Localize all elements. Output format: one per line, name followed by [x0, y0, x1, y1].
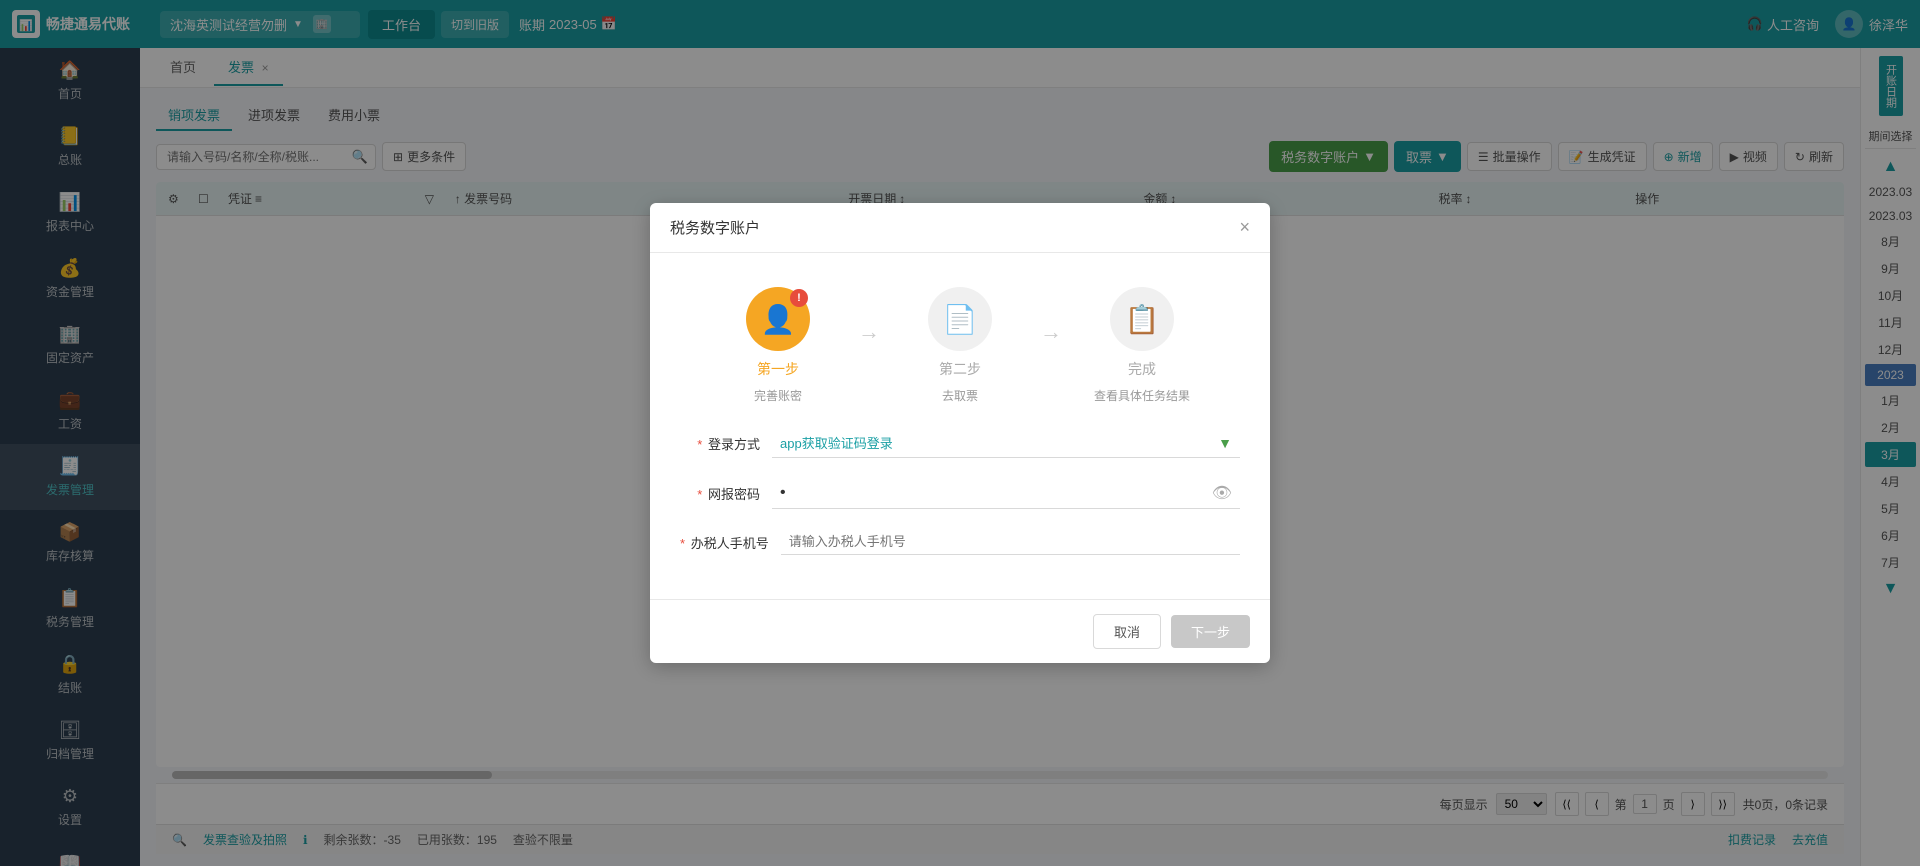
- step-3-label: 完成: [1128, 359, 1156, 379]
- step-1: 👤 ! 第一步 完善账密: [698, 287, 858, 404]
- phone-input[interactable]: [789, 534, 1232, 549]
- step-2-icon: 📄: [943, 303, 978, 336]
- step-1-desc: 完善账密: [754, 387, 802, 404]
- step-arrow-1: →: [858, 319, 880, 345]
- modal-footer: 取消 下一步: [650, 599, 1270, 663]
- login-method-value: app获取验证码登录: [780, 433, 893, 452]
- tax-account-modal: 税务数字账户 × 👤 ! 第一步 完善账密 →: [650, 203, 1270, 663]
- password-row: * 网报密码 👁: [680, 478, 1240, 509]
- required-mark-2: *: [697, 487, 702, 502]
- step-2-label: 第二步: [939, 359, 981, 379]
- phone-row: * 办税人手机号: [680, 529, 1240, 555]
- step-arrow-2: →: [1040, 319, 1062, 345]
- modal-close-button[interactable]: ×: [1239, 217, 1250, 238]
- password-input[interactable]: [780, 484, 1212, 502]
- dropdown-icon: ▼: [1218, 435, 1232, 451]
- modal-overlay: 税务数字账户 × 👤 ! 第一步 完善账密 →: [0, 0, 1920, 866]
- modal-header: 税务数字账户 ×: [650, 203, 1270, 253]
- step-2-icon-wrap: 📄: [928, 287, 992, 351]
- required-mark-1: *: [697, 437, 702, 452]
- step-3-desc: 查看具体任务结果: [1094, 387, 1190, 404]
- modal-title: 税务数字账户: [670, 217, 760, 238]
- cancel-button[interactable]: 取消: [1093, 614, 1161, 649]
- password-label: * 网报密码: [680, 484, 760, 503]
- step-1-icon: 👤: [761, 303, 796, 336]
- step-1-label: 第一步: [757, 359, 799, 379]
- next-button[interactable]: 下一步: [1171, 615, 1250, 648]
- modal-body: 👤 ! 第一步 完善账密 → 📄 第二步 去取票 →: [650, 253, 1270, 599]
- phone-label: * 办税人手机号: [680, 533, 769, 552]
- login-method-select[interactable]: app获取验证码登录 ▼: [772, 428, 1240, 458]
- login-method-label: * 登录方式: [680, 434, 760, 453]
- password-toggle-icon[interactable]: 👁: [1212, 483, 1232, 503]
- step-1-icon-wrap: 👤 !: [746, 287, 810, 351]
- step-1-alert-badge: !: [790, 289, 808, 307]
- step-3-icon-wrap: 📋: [1110, 287, 1174, 351]
- step-2-desc: 去取票: [942, 387, 978, 404]
- phone-field-wrap: [781, 529, 1240, 555]
- step-3-icon: 📋: [1125, 303, 1160, 336]
- required-mark-3: *: [680, 536, 685, 551]
- steps-area: 👤 ! 第一步 完善账密 → 📄 第二步 去取票 →: [680, 277, 1240, 428]
- login-method-row: * 登录方式 app获取验证码登录 ▼: [680, 428, 1240, 458]
- step-3: 📋 完成 查看具体任务结果: [1062, 287, 1222, 404]
- step-2: 📄 第二步 去取票: [880, 287, 1040, 404]
- password-field-wrap: 👁: [772, 478, 1240, 509]
